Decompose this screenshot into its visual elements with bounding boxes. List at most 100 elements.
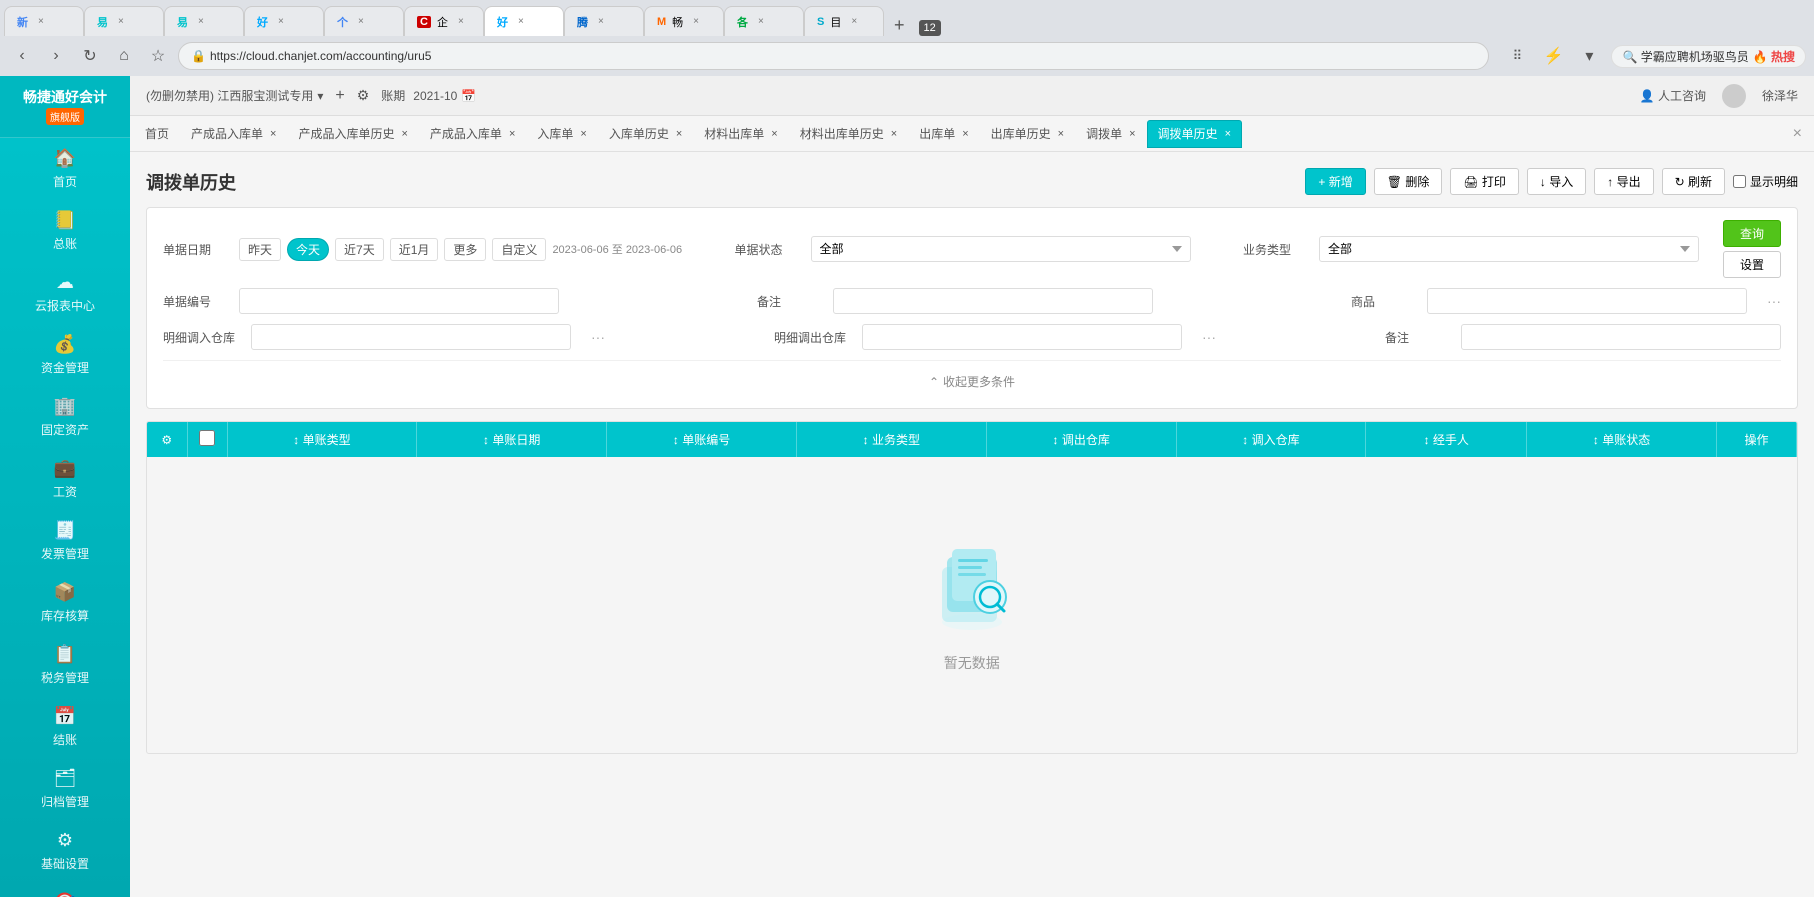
tab-close-transfer[interactable]: × xyxy=(1129,128,1135,140)
sidebar-item-tax[interactable]: 📋 税务管理 xyxy=(0,634,130,696)
sidebar-item-archive[interactable]: 🗂 归档管理 xyxy=(0,758,130,820)
tab-close-outbound[interactable]: × xyxy=(771,128,777,140)
page-tab-inboundh[interactable]: 入库单历史 × xyxy=(598,120,693,148)
display-detail-label[interactable]: 显示明细 xyxy=(1733,173,1798,190)
new-tab-button[interactable]: + xyxy=(884,15,915,36)
goods-input[interactable] xyxy=(1427,288,1747,314)
browser-tab-9[interactable]: M 畅 × xyxy=(644,6,724,36)
date-btn-yesterday[interactable]: 昨天 xyxy=(239,238,281,261)
out-wh-more-btn[interactable]: ··· xyxy=(1202,329,1216,345)
select-all-checkbox[interactable] xyxy=(199,430,215,446)
add-company-button[interactable]: + xyxy=(335,87,344,105)
billno-input[interactable] xyxy=(239,288,559,314)
col-status[interactable]: ↕ 单账状态 xyxy=(1527,422,1717,457)
collapse-button[interactable]: ⌃ 收起更多条件 xyxy=(929,367,1015,396)
export-button[interactable]: ↑ 导出 xyxy=(1594,168,1653,195)
col-biztype[interactable]: ↕ 业务类型 xyxy=(796,422,986,457)
page-tab-home[interactable]: 首页 xyxy=(134,120,180,148)
lightning-button[interactable]: ⚡ xyxy=(1539,42,1567,70)
sidebar-item-close[interactable]: 📅 结账 xyxy=(0,696,130,758)
page-tab-outbound[interactable]: 材料出库单 × xyxy=(693,120,788,148)
back-button[interactable]: ‹ xyxy=(8,42,36,70)
page-tab-out2[interactable]: 出库单 × xyxy=(908,120,979,148)
page-tab-ruku2[interactable]: 产成品入库单 × xyxy=(419,120,526,148)
browser-tab-1[interactable]: 新 × xyxy=(4,6,84,36)
extensions-button[interactable]: ⠿ xyxy=(1503,42,1531,70)
tab-close-8[interactable]: × xyxy=(598,16,604,27)
biztype-select[interactable]: 全部 xyxy=(1319,236,1699,262)
user-service-link[interactable]: 👤 人工咨询 xyxy=(1640,87,1706,104)
forward-button[interactable]: › xyxy=(42,42,70,70)
setting-button[interactable]: 设置 xyxy=(1723,251,1781,278)
page-tab-out2h[interactable]: 出库单历史 × xyxy=(980,120,1075,148)
refresh-nav-button[interactable]: ↻ xyxy=(76,42,104,70)
date-btn-7days[interactable]: 近7天 xyxy=(335,238,384,261)
new-button[interactable]: + 新增 xyxy=(1305,168,1365,195)
browser-tab-11[interactable]: S 目 × xyxy=(804,6,884,36)
page-tab-ruku1h[interactable]: 产成品入库单历史 × xyxy=(287,120,418,148)
col-out-wh[interactable]: ↕ 调出仓库 xyxy=(986,422,1176,457)
browser-tab-3[interactable]: 易 × xyxy=(164,6,244,36)
period-selector[interactable]: 账期 2021-10 📅 xyxy=(381,87,476,104)
bookmark-button[interactable]: ☆ xyxy=(144,42,172,70)
sidebar-item-ledger[interactable]: 📒 总账 xyxy=(0,200,130,262)
col-checkbox[interactable] xyxy=(187,422,227,457)
col-billno[interactable]: ↕ 单账编号 xyxy=(607,422,797,457)
goods-more-btn[interactable]: ··· xyxy=(1767,293,1781,309)
browser-tab-8[interactable]: 腾 × xyxy=(564,6,644,36)
display-detail-checkbox[interactable] xyxy=(1733,175,1746,188)
tab-close-5[interactable]: × xyxy=(358,16,364,27)
sidebar-item-assets[interactable]: 🏢 固定资产 xyxy=(0,386,130,448)
tab-close-11[interactable]: × xyxy=(851,16,857,27)
page-tab-outboundh[interactable]: 材料出库单历史 × xyxy=(789,120,908,148)
date-btn-1month[interactable]: 近1月 xyxy=(390,238,439,261)
search-bar[interactable]: 🔍 学霸应聘机场驱鸟员 🔥 热搜 xyxy=(1611,45,1806,68)
dropdown-button[interactable]: ▾ xyxy=(1575,42,1603,70)
date-btn-today[interactable]: 今天 xyxy=(287,238,329,261)
col-handler[interactable]: ↕ 经手人 xyxy=(1366,422,1527,457)
browser-tab-2[interactable]: 易 × xyxy=(84,6,164,36)
date-btn-more[interactable]: 更多 xyxy=(444,238,486,261)
tab-close-out2h[interactable]: × xyxy=(1058,128,1064,140)
sidebar-item-invoice[interactable]: 🧾 发票管理 xyxy=(0,510,130,572)
tab-close-transferh[interactable]: × xyxy=(1225,128,1231,140)
tab-close-10[interactable]: × xyxy=(758,16,764,27)
note-input[interactable] xyxy=(833,288,1153,314)
note2-input[interactable] xyxy=(1461,324,1781,350)
tab-close-1[interactable]: × xyxy=(38,16,44,27)
delete-button[interactable]: 🗑 删除 xyxy=(1374,168,1443,195)
tab-close-ruku1h[interactable]: × xyxy=(401,128,407,140)
browser-tab-7[interactable]: 好 × xyxy=(484,6,564,36)
col-type[interactable]: ↕ 单账类型 xyxy=(227,422,417,457)
tab-close-inbound[interactable]: × xyxy=(580,128,586,140)
settings-header-button[interactable]: ⚙ xyxy=(357,87,370,104)
browser-tab-6[interactable]: C 企 × xyxy=(404,6,484,36)
browser-tab-4[interactable]: 好 × xyxy=(244,6,324,36)
sidebar-item-home[interactable]: 🏠 首页 xyxy=(0,138,130,200)
col-date[interactable]: ↕ 单账日期 xyxy=(417,422,607,457)
company-selector[interactable]: (勿删勿禁用) 江西服宝测试专用 ▾ xyxy=(146,87,323,104)
date-btn-custom[interactable]: 自定义 xyxy=(492,238,546,261)
in-wh-input[interactable] xyxy=(251,324,571,350)
in-wh-more-btn[interactable]: ··· xyxy=(591,329,605,345)
query-button[interactable]: 查询 xyxy=(1723,220,1781,247)
tab-close-4[interactable]: × xyxy=(278,16,284,27)
tab-close-3[interactable]: × xyxy=(198,16,204,27)
tab-close-outboundh[interactable]: × xyxy=(891,128,897,140)
address-bar[interactable]: 🔒 https://cloud.chanjet.com/accounting/u… xyxy=(178,42,1489,70)
import-button[interactable]: ↓ 导入 xyxy=(1527,168,1586,195)
refresh-button[interactable]: ↻ 刷新 xyxy=(1662,168,1725,195)
sidebar-item-reports[interactable]: ☁ 云报表中心 xyxy=(0,262,130,324)
sidebar-item-wages[interactable]: 💼 工资 xyxy=(0,448,130,510)
page-tab-inbound[interactable]: 入库单 × xyxy=(526,120,597,148)
home-nav-button[interactable]: ⌂ xyxy=(110,42,138,70)
browser-tab-5[interactable]: 个 × xyxy=(324,6,404,36)
tab-close-2[interactable]: × xyxy=(118,16,124,27)
tab-close-inboundh[interactable]: × xyxy=(676,128,682,140)
status-select[interactable]: 全部 xyxy=(811,236,1191,262)
tab-close-ruku2[interactable]: × xyxy=(509,128,515,140)
sidebar-item-finance[interactable]: 💰 资金管理 xyxy=(0,324,130,386)
sidebar-item-guide[interactable]: 🎯 新手引导 xyxy=(0,882,130,897)
out-wh-input[interactable] xyxy=(862,324,1182,350)
browser-tab-10[interactable]: 各 × xyxy=(724,6,804,36)
